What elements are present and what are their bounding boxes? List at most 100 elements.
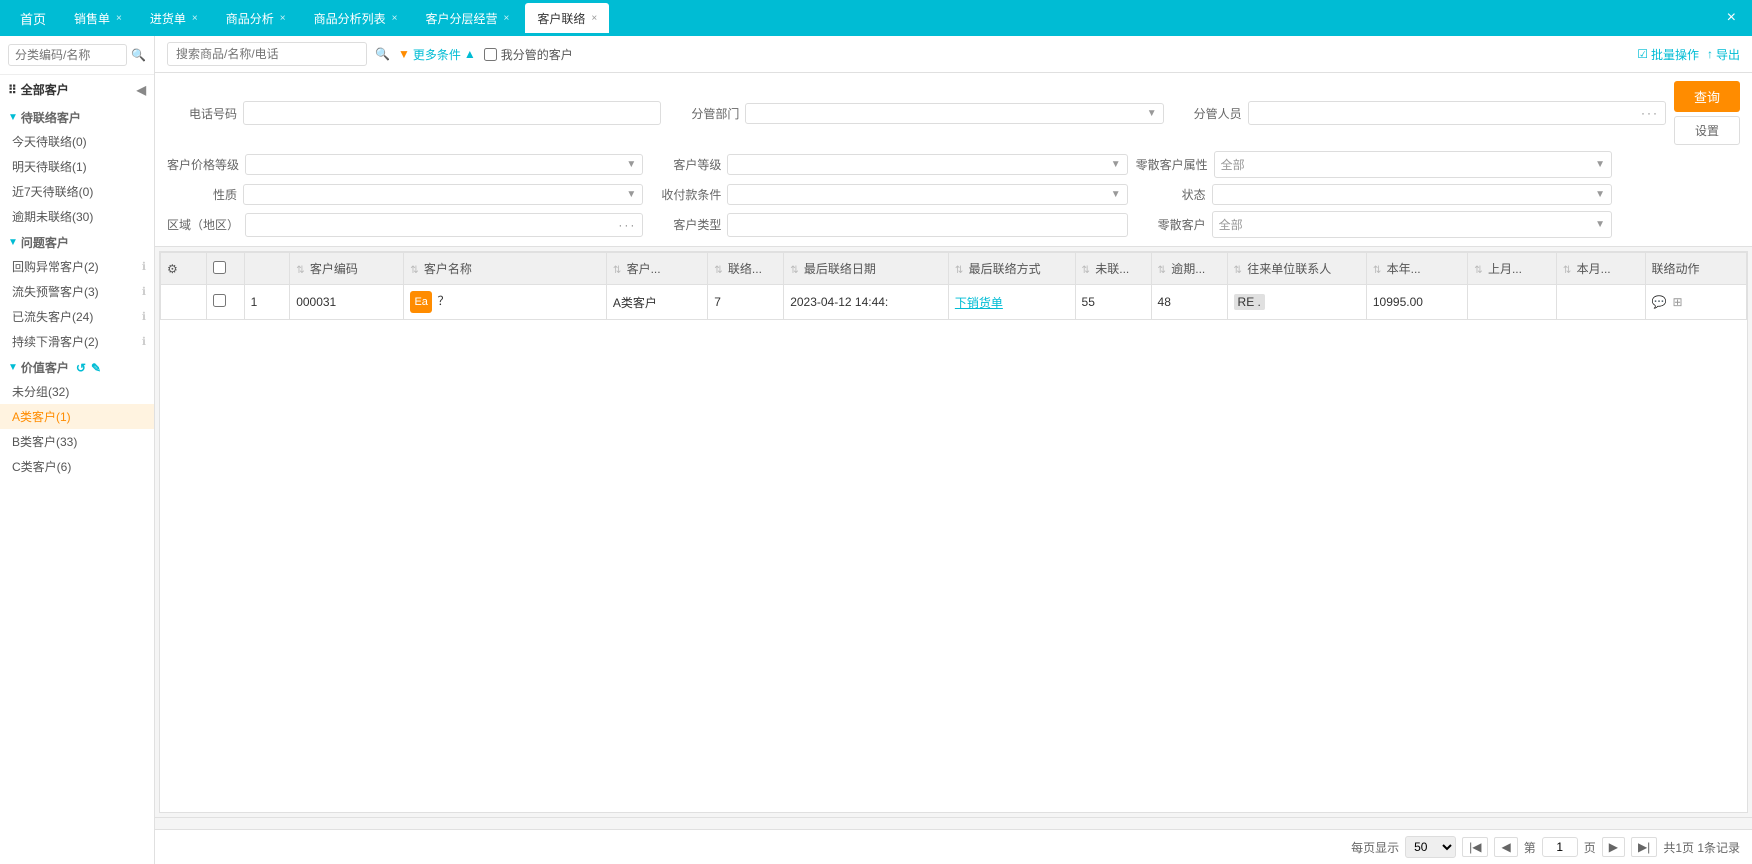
th-overdue[interactable]: ⇅ 逾期... (1151, 253, 1227, 285)
nav-tab-home[interactable]: 首页 (8, 5, 58, 32)
sidebar-item-today-contact[interactable]: 今天待联络(0) (0, 129, 154, 154)
nav-tab-purchase[interactable]: 进货单 × (138, 3, 210, 33)
table-row: 1 000031 Ea ？ A类客户 7 2023-04-12 14:44: 下… (161, 285, 1747, 320)
close-analysis-tab[interactable]: × (280, 13, 286, 24)
filter-search-input[interactable] (167, 42, 367, 66)
select-all-checkbox[interactable] (213, 261, 226, 274)
nature-select[interactable]: ▼ (243, 184, 643, 205)
sidebar-search-icon[interactable]: 🔍 (131, 48, 146, 62)
close-purchase-tab[interactable]: × (192, 13, 198, 24)
page-suffix: 页 (1584, 839, 1596, 856)
sidebar-item-7days-contact[interactable]: 近7天待联络(0) (0, 179, 154, 204)
th-contact[interactable]: ⇅ 联络... (708, 253, 784, 285)
sidebar-item-class-c[interactable]: C类客户(6) (0, 454, 154, 479)
td-last-contact-type[interactable]: 下销货单 (948, 285, 1075, 320)
sidebar-problem-header[interactable]: ▼ 问题客户 (0, 229, 154, 254)
nav-tab-analysis[interactable]: 商品分析 × (214, 3, 298, 33)
th-checkbox[interactable] (206, 253, 244, 285)
payment-select[interactable]: ▼ (727, 184, 1127, 205)
close-sales-tab[interactable]: × (116, 13, 122, 24)
price-level-label: 客户价格等级 (167, 156, 239, 173)
price-level-select[interactable]: ▼ (245, 154, 643, 175)
refresh-icon[interactable]: ↺ (76, 361, 86, 375)
th-settings[interactable]: ⚙ (161, 253, 207, 285)
info-icon-4[interactable]: ℹ (142, 335, 146, 348)
row-checkbox[interactable] (213, 294, 226, 307)
more-conditions-button[interactable]: ▼ 更多条件 ▲ (398, 46, 476, 63)
sidebar-item-declining[interactable]: 持续下滑客户(2) ℹ (0, 329, 154, 354)
manager-more-icon[interactable]: ··· (1641, 106, 1659, 120)
customer-level-select[interactable]: ▼ (727, 154, 1127, 175)
td-checkbox[interactable] (206, 285, 244, 320)
th-this-month[interactable]: ⇅ 本月... (1556, 253, 1645, 285)
info-icon-2[interactable]: ℹ (142, 285, 146, 298)
top-actions: ☑ 批量操作 ↑ 导出 (1637, 46, 1740, 63)
sidebar-item-class-a[interactable]: A类客户(1) (0, 404, 154, 429)
query-button[interactable]: 查询 (1674, 81, 1740, 112)
close-analysis-list-tab[interactable]: × (392, 13, 398, 24)
nav-tab-analysis-list[interactable]: 商品分析列表 × (302, 3, 410, 33)
info-icon-1[interactable]: ℹ (142, 260, 146, 273)
info-icon-3[interactable]: ℹ (142, 310, 146, 323)
region-select[interactable]: ··· (245, 213, 643, 237)
status-select[interactable]: ▼ (1212, 184, 1612, 205)
region-more-icon[interactable]: ··· (618, 218, 636, 232)
manager-select[interactable]: ··· (1248, 101, 1666, 125)
chat-action-icon[interactable]: 💬 (1652, 295, 1667, 309)
settings-button[interactable]: 设置 (1674, 116, 1740, 145)
filter-search-icon[interactable]: 🔍 (375, 47, 390, 61)
sidebar-item-overdue-contact[interactable]: 逾期未联络(30) (0, 204, 154, 229)
action-icons: 💬 ⊞ (1652, 295, 1740, 309)
top-nav: 首页 销售单 × 进货单 × 商品分析 × 商品分析列表 × 客户分层经营 × … (0, 0, 1752, 36)
next-page-button[interactable]: ▶ (1602, 837, 1625, 857)
close-customer-contact-tab[interactable]: × (591, 13, 597, 24)
nav-tab-sales[interactable]: 销售单 × (62, 3, 134, 33)
th-unit-contact[interactable]: ⇅ 往来单位联系人 (1227, 253, 1366, 285)
nav-tab-customer-tier[interactable]: 客户分层经营 × (413, 3, 521, 33)
th-last-contact-type[interactable]: ⇅ 最后联络方式 (948, 253, 1075, 285)
sidebar-search-input[interactable] (8, 44, 127, 66)
nature-label: 性质 (167, 186, 237, 203)
grid-action-icon[interactable]: ⊞ (1673, 295, 1683, 309)
sidebar-pending-header[interactable]: ▼ 待联络客户 (0, 104, 154, 129)
batch-op-button[interactable]: ☑ 批量操作 (1637, 46, 1699, 63)
last-contact-type-link[interactable]: 下销货单 (955, 296, 1003, 310)
sidebar-item-churned[interactable]: 已流失客户(24) ℹ (0, 304, 154, 329)
phone-input[interactable] (243, 101, 661, 125)
gear-icon[interactable]: ⚙ (167, 262, 178, 276)
sidebar-item-class-b[interactable]: B类客户(33) (0, 429, 154, 454)
per-page-select[interactable]: 50 100 200 (1405, 836, 1456, 858)
close-customer-tier-tab[interactable]: × (503, 13, 509, 24)
filter-row-4: 区域（地区） ··· 客户类型 零散客户 全部 ▼ (167, 211, 1740, 238)
horizontal-scrollbar[interactable] (155, 817, 1752, 829)
edit-value-icon[interactable]: ✎ (91, 361, 101, 375)
sidebar-item-churn-warning[interactable]: 流失预警客户(3) ℹ (0, 279, 154, 304)
th-code[interactable]: ⇅ 客户编码 (290, 253, 404, 285)
th-name[interactable]: ⇅ 客户名称 (404, 253, 607, 285)
customer-type-input[interactable] (727, 213, 1127, 237)
retail-attr-select[interactable]: 全部 ▼ (1214, 151, 1612, 178)
sidebar-item-repurchase-abnormal[interactable]: 回购异常客户(2) ℹ (0, 254, 154, 279)
sidebar: 🔍 ⠿ 全部客户 ◀ ▼ 待联络客户 今天待联络(0) 明天待联络(1) 近7天… (0, 36, 155, 864)
th-no-contact[interactable]: ⇅ 未联... (1075, 253, 1151, 285)
triangle-icon: ▼ (8, 112, 18, 123)
sidebar-all-customers[interactable]: ⠿ 全部客户 ◀ (0, 75, 154, 104)
th-this-year[interactable]: ⇅ 本年... (1366, 253, 1467, 285)
th-last-month[interactable]: ⇅ 上月... (1468, 253, 1557, 285)
sidebar-value-header[interactable]: ▼ 价值客户 ↺ ✎ (0, 354, 154, 379)
dept-select[interactable]: ▼ (745, 103, 1163, 124)
my-customers-checkbox[interactable]: 我分管的客户 (484, 46, 573, 63)
sidebar-item-tomorrow-contact[interactable]: 明天待联络(1) (0, 154, 154, 179)
my-customers-checkbox-input[interactable] (484, 48, 497, 61)
page-number-input[interactable] (1542, 837, 1578, 857)
export-button[interactable]: ↑ 导出 (1707, 46, 1740, 63)
last-page-button[interactable]: ▶| (1631, 837, 1657, 857)
nav-tab-customer-contact[interactable]: 客户联络 × (525, 3, 609, 33)
first-page-button[interactable]: |◀ (1462, 837, 1488, 857)
retail-customer-select[interactable]: 全部 ▼ (1212, 211, 1612, 238)
th-level[interactable]: ⇅ 客户... (606, 253, 707, 285)
prev-page-button[interactable]: ◀ (1494, 837, 1517, 857)
th-last-contact-date[interactable]: ⇅ 最后联络日期 (784, 253, 949, 285)
sidebar-item-unclassified[interactable]: 未分组(32) (0, 379, 154, 404)
window-close-button[interactable]: × (1719, 9, 1744, 27)
